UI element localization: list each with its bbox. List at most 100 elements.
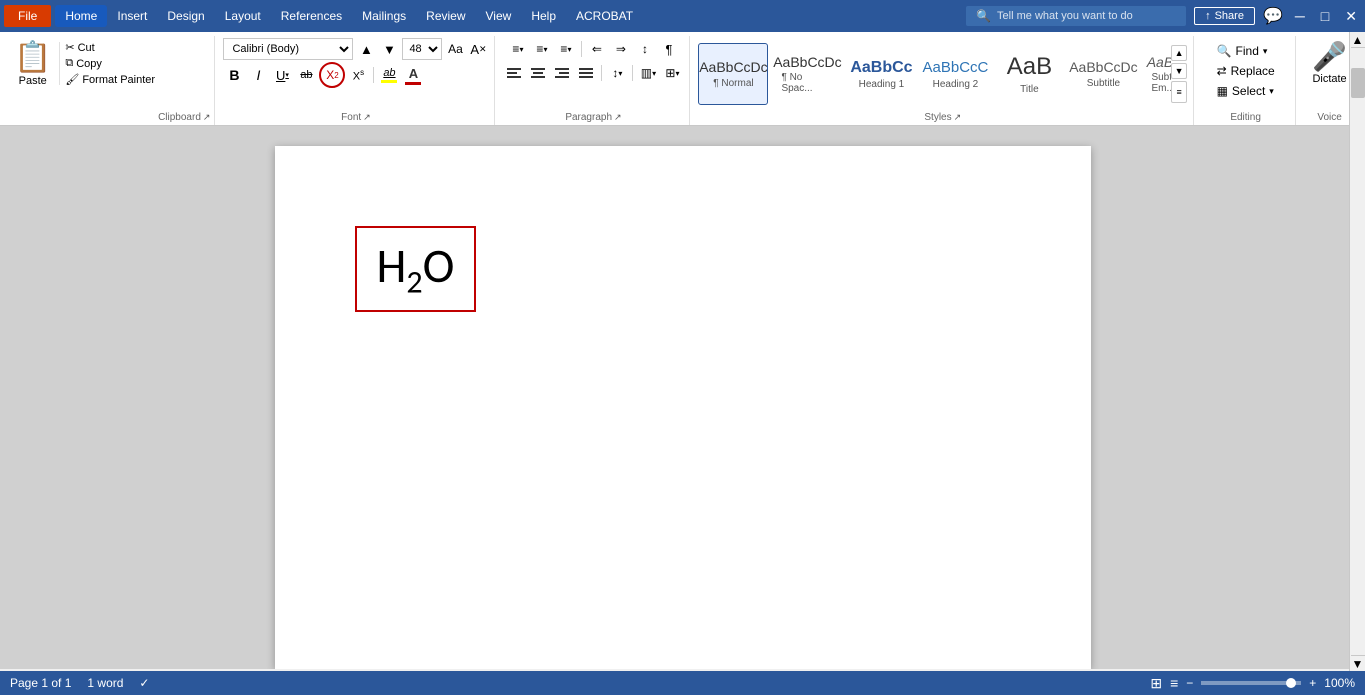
zoom-out-button[interactable]: − xyxy=(1186,676,1193,690)
italic-button[interactable]: I xyxy=(247,64,269,86)
focus-mode-icon[interactable]: ⊞ xyxy=(1150,675,1162,692)
justify-button[interactable] xyxy=(575,62,597,84)
document-page[interactable]: H2O xyxy=(275,146,1091,669)
style-subtitle-preview: AaBbCcDc xyxy=(1069,59,1137,76)
acrobat-menu[interactable]: ACROBAT xyxy=(566,5,643,27)
ribbon-content: 📋 Paste ✂ Cut ⧉ Copy xyxy=(4,36,1361,125)
styles-group: AaBbCcDc ¶ Normal AaBbCcDc ¶ No Spac... … xyxy=(692,36,1194,125)
statusbar-right: ⊞ ≡ − + 100% xyxy=(1150,675,1355,692)
clipboard-expand-icon[interactable]: ↗ xyxy=(203,112,211,123)
h2o-text: H2O xyxy=(377,236,455,295)
zoom-thumb xyxy=(1286,678,1296,688)
bullets-button[interactable]: ≡▾ xyxy=(507,38,529,60)
help-menu[interactable]: Help xyxy=(521,5,566,27)
line-spacing-button[interactable]: ↕▾ xyxy=(606,62,628,84)
home-menu[interactable]: Home xyxy=(55,5,107,27)
layout-menu[interactable]: Layout xyxy=(215,5,271,27)
shading-button[interactable]: ▥▾ xyxy=(637,62,659,84)
review-menu[interactable]: Review xyxy=(416,5,475,27)
styles-group-label: Styles ↗ xyxy=(698,110,1187,123)
microphone-icon: 🎤 xyxy=(1312,40,1347,73)
references-menu[interactable]: References xyxy=(271,5,352,27)
styles-more-button[interactable]: ≡ xyxy=(1171,81,1187,103)
zoom-slider[interactable] xyxy=(1201,681,1301,685)
text-highlight-button[interactable]: ab xyxy=(378,63,400,87)
style-heading1[interactable]: AaBbCc Heading 1 xyxy=(846,43,916,105)
font-size-select[interactable]: 48 xyxy=(402,38,442,60)
view-menu[interactable]: View xyxy=(476,5,522,27)
styles-scroll-down[interactable]: ▼ xyxy=(1171,63,1187,79)
show-hide-button[interactable]: ¶ xyxy=(658,38,680,60)
style-no-spacing[interactable]: AaBbCcDc ¶ No Spac... xyxy=(772,43,842,105)
strikethrough-button[interactable]: ab xyxy=(295,64,317,86)
close-button[interactable]: ✕ xyxy=(1341,8,1361,25)
numbering-button[interactable]: ≡▾ xyxy=(531,38,553,60)
increase-font-button[interactable]: ▲ xyxy=(356,39,376,59)
style-subtitle[interactable]: AaBbCcDc Subtitle xyxy=(1068,43,1138,105)
search-box[interactable]: 🔍 Tell me what you want to do xyxy=(966,6,1186,26)
zoom-level: 100% xyxy=(1324,676,1355,690)
superscript-button[interactable]: Xs xyxy=(347,64,369,86)
format-painter-button[interactable]: 🖌 Format Painter xyxy=(62,72,158,87)
dictate-button[interactable]: 🎤 Dictate xyxy=(1304,38,1355,87)
proofing-icon[interactable]: ✓ xyxy=(139,676,149,690)
font-expand-icon[interactable]: ↗ xyxy=(363,112,371,123)
multilevel-icon: ≡ xyxy=(560,42,567,56)
increase-indent-button[interactable]: ⇒ xyxy=(610,38,632,60)
replace-button[interactable]: ⇄ Replace xyxy=(1213,62,1279,80)
style-subtle-label: Subtle Em... xyxy=(1151,72,1171,94)
cut-button[interactable]: ✂ Cut xyxy=(62,40,158,55)
share-button[interactable]: ↑ Share xyxy=(1194,7,1255,25)
numbering-icon: ≡ xyxy=(536,42,543,56)
subscript-button[interactable]: X2 xyxy=(319,62,345,88)
minimize-button[interactable]: ─ xyxy=(1291,8,1309,24)
font-color-button[interactable]: A xyxy=(402,63,424,87)
font-family-select[interactable]: Calibri (Body) xyxy=(223,38,353,60)
borders-button[interactable]: ⊞▾ xyxy=(661,62,683,84)
file-menu[interactable]: File xyxy=(4,5,51,27)
design-menu[interactable]: Design xyxy=(157,5,214,27)
select-button[interactable]: ▦ Select ▾ xyxy=(1213,82,1279,100)
change-case-button[interactable]: Aa xyxy=(445,39,465,59)
styles-expand-icon[interactable]: ↗ xyxy=(954,112,962,123)
scrollbar-thumb[interactable] xyxy=(1351,68,1365,98)
insert-menu[interactable]: Insert xyxy=(107,5,157,27)
style-heading2[interactable]: AaBbCcC Heading 2 xyxy=(920,43,990,105)
style-title[interactable]: AaB Title xyxy=(994,43,1064,105)
bold-button[interactable]: B xyxy=(223,64,245,86)
style-subtle-em[interactable]: AaBbCcD Subtle Em... xyxy=(1142,43,1171,105)
scroll-down-arrow[interactable]: ▼ xyxy=(1351,655,1365,671)
multilevel-button[interactable]: ≡▾ xyxy=(555,38,577,60)
zoom-in-button[interactable]: + xyxy=(1309,676,1316,690)
h2o-formula-box[interactable]: H2O xyxy=(355,226,477,312)
font-color-bar xyxy=(405,82,421,85)
paragraph-expand-icon[interactable]: ↗ xyxy=(614,112,622,123)
clear-format-button[interactable]: A✕ xyxy=(468,39,488,59)
decrease-indent-button[interactable]: ⇐ xyxy=(586,38,608,60)
sort-button[interactable]: ↕ xyxy=(634,38,656,60)
search-icon: 🔍 xyxy=(976,9,991,23)
decrease-font-button[interactable]: ▼ xyxy=(379,39,399,59)
align-left-button[interactable] xyxy=(503,62,525,84)
align-right-icon xyxy=(555,67,569,79)
mailings-menu[interactable]: Mailings xyxy=(352,5,416,27)
comments-button[interactable]: 💬 xyxy=(1263,6,1283,26)
paste-button[interactable]: 📋 Paste xyxy=(8,38,57,89)
status-bar: Page 1 of 1 1 word ✓ ⊞ ≡ − + 100% xyxy=(0,671,1365,695)
styles-scroll-up[interactable]: ▲ xyxy=(1171,45,1187,61)
find-icon: 🔍 xyxy=(1217,44,1232,58)
find-button[interactable]: 🔍 Find ▾ xyxy=(1213,42,1279,60)
copy-button[interactable]: ⧉ Copy xyxy=(62,56,158,71)
layout-view-icon[interactable]: ≡ xyxy=(1170,675,1178,691)
paragraph-group-label: Paragraph ↗ xyxy=(503,110,683,123)
style-normal[interactable]: AaBbCcDc ¶ Normal xyxy=(698,43,768,105)
underline-button[interactable]: U▾ xyxy=(271,64,293,86)
style-heading2-label: Heading 2 xyxy=(933,79,979,90)
justify-icon xyxy=(579,67,593,79)
scroll-up-arrow[interactable]: ▲ xyxy=(1351,32,1365,48)
align-right-button[interactable] xyxy=(551,62,573,84)
maximize-button[interactable]: □ xyxy=(1317,8,1333,24)
style-subtle-preview: AaBbCcD xyxy=(1147,54,1171,71)
scrollbar-right[interactable]: ▲ ▼ xyxy=(1349,32,1365,671)
align-center-button[interactable] xyxy=(527,62,549,84)
